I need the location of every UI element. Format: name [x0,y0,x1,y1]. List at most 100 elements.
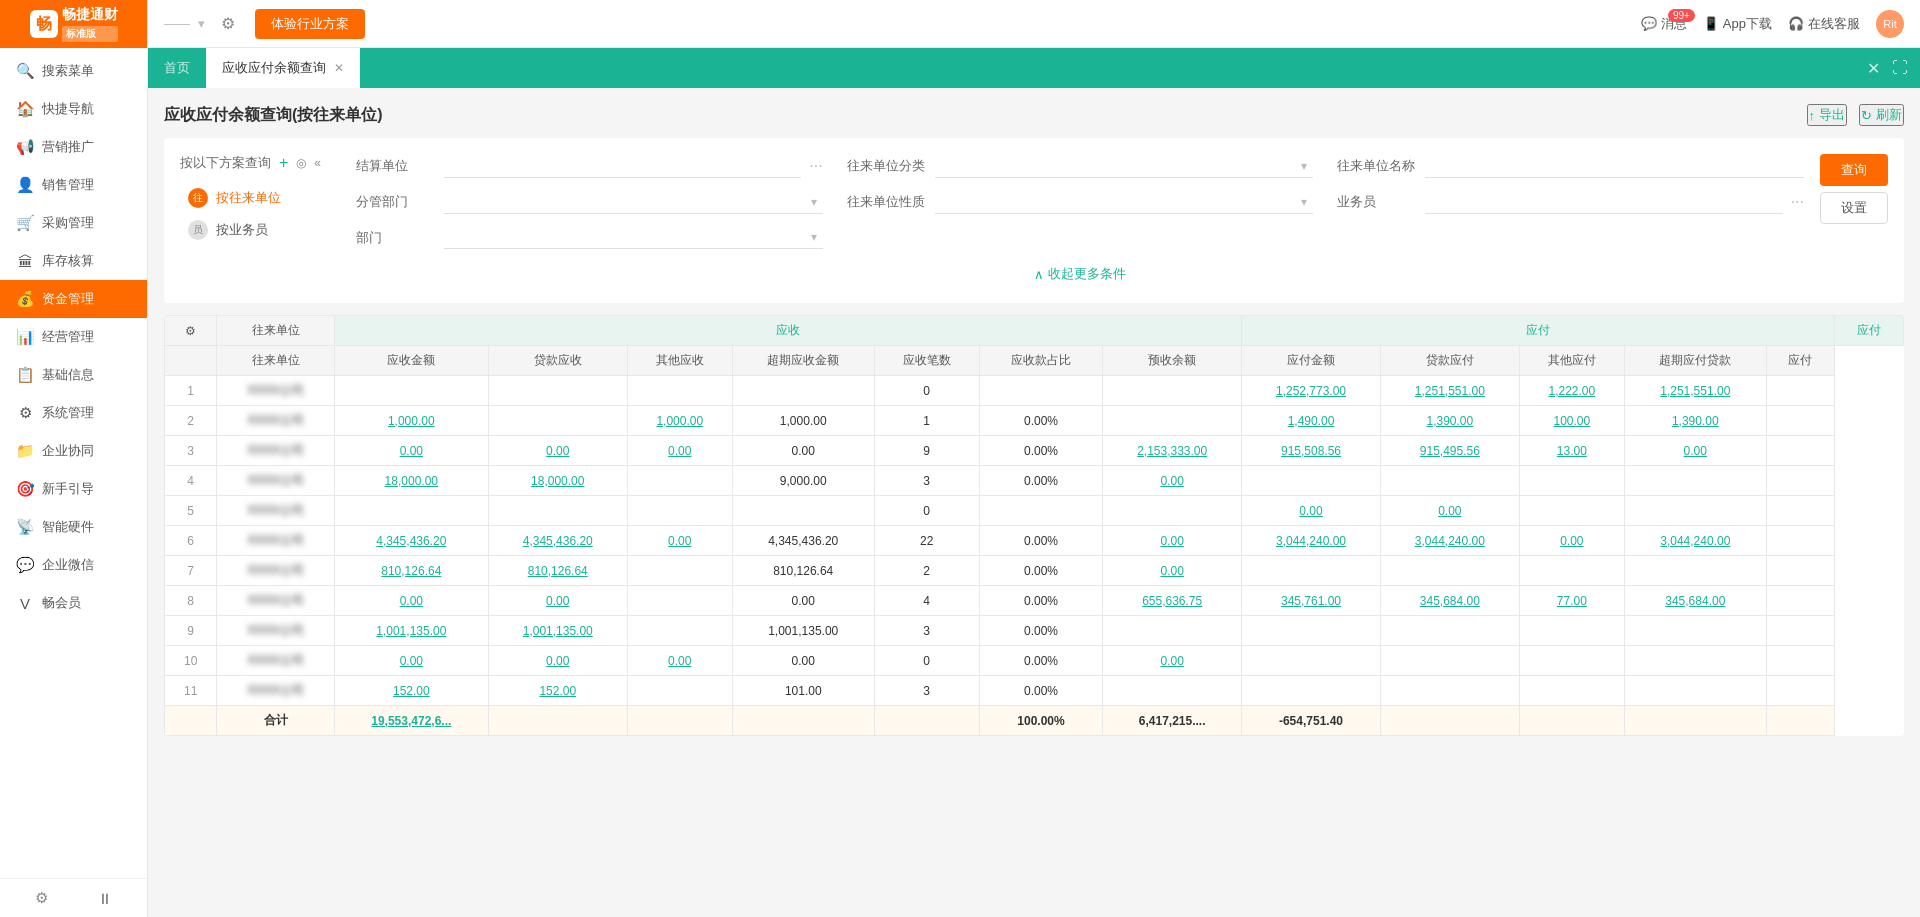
table-cell[interactable]: 4,345,436.20 [334,526,488,556]
select-dept-manager[interactable]: ▾ [444,191,823,214]
sidebar-item-sales[interactable]: 👤 销售管理 [0,166,147,204]
sidebar-item-cooperation[interactable]: 📁 企业协同 [0,432,147,470]
scheme-by-partner[interactable]: 往 按往来单位 [180,184,340,212]
filter-add-icon[interactable]: + [279,154,288,172]
table-cell[interactable]: 3,044,240.00 [1624,526,1766,556]
table-cell[interactable] [1519,556,1624,586]
table-cell[interactable] [1624,556,1766,586]
table-cell[interactable] [488,496,627,526]
settings-bottom-icon[interactable]: ⚙ [35,889,48,907]
table-cell[interactable] [1380,616,1519,646]
table-cell[interactable]: 13.00 [1519,436,1624,466]
table-cell[interactable]: 0.00 [1242,496,1381,526]
table-cell[interactable]: 1,490.00 [1242,406,1381,436]
table-cell[interactable]: 0.00 [627,436,732,466]
table-cell[interactable]: 0.00 [1103,646,1242,676]
tab-arap[interactable]: 应收应付余额查询 ✕ [206,48,360,88]
table-cell[interactable] [1519,676,1624,706]
table-cell[interactable]: 1,001,135.00 [488,616,627,646]
table-cell[interactable] [1624,496,1766,526]
table-cell[interactable] [1624,466,1766,496]
salesperson-ellipsis-icon[interactable]: ··· [1791,193,1804,211]
table-cell[interactable] [627,556,732,586]
sidebar-item-member[interactable]: V 畅会员 [0,584,147,622]
table-cell[interactable]: 3,044,240.00 [1242,526,1381,556]
table-cell[interactable] [1624,616,1766,646]
table-cell[interactable]: 18,000.00 [334,466,488,496]
table-cell[interactable] [1380,676,1519,706]
table-cell[interactable] [1103,676,1242,706]
table-cell[interactable]: 915,495.56 [1380,436,1519,466]
table-cell[interactable]: 2,153,333.00 [1103,436,1242,466]
sidebar-item-purchase[interactable]: 🛒 采购管理 [0,204,147,242]
table-cell[interactable] [1624,676,1766,706]
table-cell[interactable] [1242,556,1381,586]
table-cell[interactable]: 0.00 [488,586,627,616]
table-cell[interactable] [627,466,732,496]
table-cell[interactable] [1242,646,1381,676]
filter-collapse-icon[interactable]: « [314,156,321,170]
sidebar-item-inventory[interactable]: 🏛 库存核算 [0,242,147,280]
table-cell[interactable]: 1,001,135.00 [334,616,488,646]
scheme-by-salesperson[interactable]: 员 按业务员 [180,216,340,244]
app-download-button[interactable]: 📱 App下载 [1703,15,1772,33]
select-department[interactable]: ▾ [444,226,823,249]
table-cell[interactable]: 345,684.00 [1624,586,1766,616]
table-cell[interactable]: 1,390.00 [1380,406,1519,436]
table-cell[interactable] [334,376,488,406]
table-cell[interactable]: 1,000.00 [334,406,488,436]
settlement-unit-ellipsis-icon[interactable]: ··· [809,157,822,175]
table-cell[interactable]: 0.00 [1103,466,1242,496]
table-cell[interactable]: 810,126.64 [488,556,627,586]
table-cell[interactable] [627,376,732,406]
table-cell[interactable] [1519,496,1624,526]
select-unit-nature[interactable]: ▾ [935,191,1314,214]
table-cell[interactable]: 0.00 [627,526,732,556]
table-cell[interactable]: 1,390.00 [1624,406,1766,436]
table-cell[interactable] [334,496,488,526]
user-menu[interactable]: Rit [1876,10,1904,38]
sidebar-item-wechat[interactable]: 💬 企业微信 [0,546,147,584]
table-cell[interactable]: 77.00 [1519,586,1624,616]
sidebar-item-quicknav[interactable]: 🏠 快捷导航 [0,90,147,128]
table-cell[interactable]: 100.00 [1519,406,1624,436]
table-cell[interactable]: 0.00 [488,646,627,676]
input-salesperson[interactable] [1425,190,1782,214]
table-cell[interactable] [488,376,627,406]
table-cell[interactable]: 655,636.75 [1103,586,1242,616]
table-cell[interactable] [1242,466,1381,496]
export-button[interactable]: ↑ 导出 [1807,104,1848,126]
table-cell[interactable]: 1,251,551.00 [1624,376,1766,406]
table-cell[interactable]: 0.00 [334,436,488,466]
select-unit-category[interactable]: ▾ [935,155,1314,178]
table-cell[interactable] [1103,496,1242,526]
table-cell[interactable] [627,616,732,646]
table-cell[interactable] [1380,466,1519,496]
message-button[interactable]: 💬 消息 99+ [1641,15,1687,33]
table-cell[interactable]: 0.00 [1103,556,1242,586]
table-cell[interactable]: 0.00 [1519,526,1624,556]
table-cell[interactable] [1103,616,1242,646]
table-cell[interactable]: 152.00 [488,676,627,706]
table-cell[interactable] [1519,646,1624,676]
table-cell[interactable] [1242,676,1381,706]
query-button[interactable]: 查询 [1820,154,1888,186]
th-settings[interactable]: ⚙ [165,316,217,346]
collapse-icon[interactable]: ⏸ [97,890,112,907]
table-cell[interactable] [627,676,732,706]
table-cell[interactable]: 3,044,240.00 [1380,526,1519,556]
table-cell[interactable]: 152.00 [334,676,488,706]
sidebar-item-search[interactable]: 🔍 搜索菜单 [0,52,147,90]
table-cell[interactable] [1103,376,1242,406]
table-cell[interactable]: 345,684.00 [1380,586,1519,616]
table-cell[interactable]: 1,252,773.00 [1242,376,1381,406]
sidebar-item-marketing[interactable]: 📢 营销推广 [0,128,147,166]
table-cell[interactable] [488,406,627,436]
table-cell[interactable] [627,586,732,616]
table-cell[interactable]: 4,345,436.20 [488,526,627,556]
sidebar-item-hardware[interactable]: 📡 智能硬件 [0,508,147,546]
table-cell[interactable]: 915,508.56 [1242,436,1381,466]
settings-button[interactable]: 设置 [1820,192,1888,224]
sidebar-item-operations[interactable]: 📊 经营管理 [0,318,147,356]
sidebar-item-finance[interactable]: 💰 资金管理 [0,280,147,318]
